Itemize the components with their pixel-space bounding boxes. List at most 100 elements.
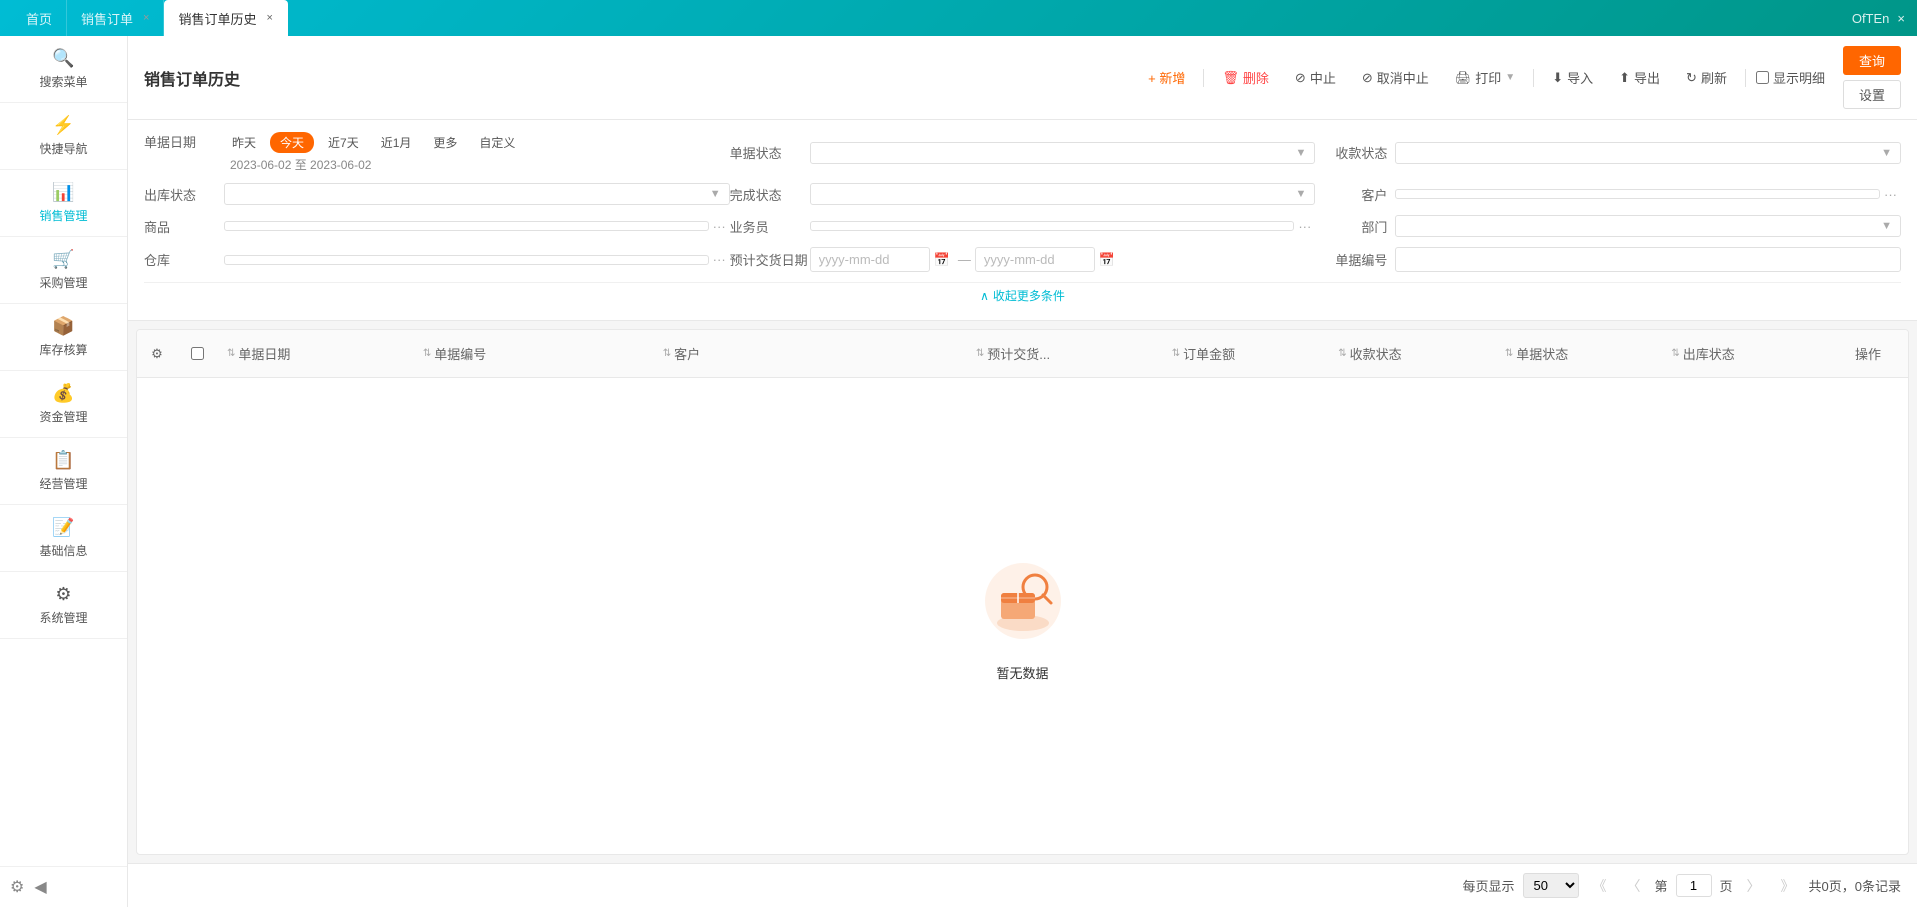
date-btn-more[interactable]: 更多 (425, 132, 465, 153)
col-date-label: 单据日期 (238, 344, 290, 363)
product-dots-btn[interactable]: ··· (709, 219, 730, 234)
search-icon: 🔍 (52, 48, 74, 69)
collapse-bar[interactable]: ∧ 收起更多条件 (144, 282, 1901, 308)
delivery-date-calendar-to[interactable]: 📅 (1095, 252, 1119, 268)
col-num[interactable]: ⇅ 单据编号 (413, 338, 653, 369)
settings-btn[interactable]: 设置 (1843, 80, 1901, 109)
col-warehouse-label: 出库状态 (1683, 344, 1735, 363)
main-layout: 🔍 搜索菜单 ⚡ 快捷导航 📊 销售管理 🛒 采购管理 📦 库存核算 💰 资金管… (0, 36, 1917, 907)
date-btn-today[interactable]: 今天 (270, 132, 314, 153)
show-detail-checkbox[interactable]: 显示明细 (1756, 68, 1825, 87)
product-input[interactable] (224, 221, 709, 231)
sidebar-item-sales[interactable]: 📊 销售管理 (0, 170, 127, 237)
salesperson-input[interactable] (810, 221, 1295, 231)
import-btn[interactable]: ⬇ 导入 (1544, 64, 1601, 91)
sidebar-search[interactable]: 🔍 搜索菜单 (0, 36, 127, 103)
receipt-status-select[interactable]: ▼ (1395, 142, 1901, 164)
delete-btn[interactable]: 🗑 删除 (1214, 64, 1277, 91)
delete-btn-label: 删除 (1243, 68, 1269, 87)
operations-icon: 📋 (52, 450, 74, 471)
import-btn-label: 导入 (1567, 68, 1593, 87)
next-page-btn[interactable]: 〉 (1741, 874, 1767, 898)
product-label: 商品 (144, 217, 224, 236)
col-date-sort-icon: ⇅ (227, 348, 235, 359)
delivery-date-to[interactable] (975, 247, 1095, 272)
show-detail-input[interactable] (1756, 71, 1769, 84)
new-btn[interactable]: + 新增 (1140, 64, 1193, 91)
cancel-stop-btn[interactable]: ⊘ 取消中止 (1354, 64, 1437, 91)
first-page-btn[interactable]: 《 (1587, 874, 1613, 898)
date-btn-yesterday[interactable]: 昨天 (224, 132, 264, 153)
table-header: ⚙ ⇅ 单据日期 ⇅ 单据编号 ⇅ 客户 ⇅ (137, 330, 1908, 378)
page-size-select[interactable]: 50 10 20 100 (1523, 873, 1579, 898)
delivery-date-from[interactable] (810, 247, 930, 272)
col-delivery[interactable]: ⇅ 预计交货... (966, 338, 1162, 369)
sidebar-settings-btn[interactable]: ⚙ (10, 877, 24, 897)
date-btn-custom[interactable]: 自定义 (471, 132, 523, 153)
close-window-btn[interactable]: × (1897, 11, 1905, 26)
print-btn[interactable]: 🖨 打印 ▼ (1447, 64, 1523, 91)
refresh-btn[interactable]: ↻ 刷新 (1678, 64, 1735, 91)
date-btn-7days[interactable]: 近7天 (320, 132, 367, 153)
col-date[interactable]: ⇅ 单据日期 (217, 338, 413, 369)
order-status-arrow: ▼ (1295, 147, 1306, 159)
select-all-checkbox[interactable] (191, 347, 204, 360)
export-btn[interactable]: ⬆ 导出 (1611, 64, 1668, 91)
col-receipt-label: 收款状态 (1350, 344, 1402, 363)
col-warehouse[interactable]: ⇅ 出库状态 (1661, 338, 1828, 369)
warehouse-status-label: 出库状态 (144, 185, 224, 204)
date-range-display: 2023-06-02 至 2023-06-02 (230, 156, 523, 173)
col-amount[interactable]: ⇅ 订单金额 (1162, 338, 1329, 369)
sidebar-item-operations[interactable]: 📋 经营管理 (0, 438, 127, 505)
sidebar-basic-label: 基础信息 (39, 542, 87, 559)
order-status-select[interactable]: ▼ (810, 142, 1316, 164)
col-check[interactable] (177, 338, 217, 369)
tab-sales-order-history[interactable]: 销售订单历史 × (164, 0, 287, 36)
customer-dots-btn[interactable]: ··· (1880, 187, 1901, 202)
sidebar-item-basic[interactable]: 📝 基础信息 (0, 505, 127, 572)
warehouse-status-select[interactable]: ▼ (224, 183, 730, 205)
refresh-btn-label: 刷新 (1701, 68, 1727, 87)
prev-page-btn[interactable]: 〈 (1621, 874, 1647, 898)
col-delivery-label: 预计交货... (987, 344, 1050, 363)
tab-home[interactable]: 首页 (12, 0, 67, 36)
tab-sales-order-history-label: 销售订单历史 (178, 9, 256, 28)
complete-status-select[interactable]: ▼ (810, 183, 1316, 205)
current-page-input[interactable] (1676, 874, 1712, 897)
tab-home-label: 首页 (26, 9, 52, 28)
customer-filter-label: 客户 (1315, 185, 1395, 204)
col-customer[interactable]: ⇅ 客户 (653, 338, 966, 369)
filter-area: 单据日期 昨天 今天 近7天 近1月 更多 自定义 2023-06-02 至 2… (128, 120, 1917, 321)
customer-input[interactable] (1395, 189, 1880, 199)
delivery-date-label: 预计交货日期 (730, 250, 810, 269)
tab-sales-order[interactable]: 销售订单 × (67, 0, 164, 36)
salesperson-dots-btn[interactable]: ··· (1294, 219, 1315, 234)
sidebar-item-purchase[interactable]: 🛒 采购管理 (0, 237, 127, 304)
col-amount-label: 订单金额 (1183, 344, 1235, 363)
sidebar-bottom: ⚙ ◀ (0, 866, 127, 907)
sidebar-item-finance[interactable]: 💰 资金管理 (0, 371, 127, 438)
sidebar-item-system[interactable]: ⚙ 系统管理 (0, 572, 127, 639)
last-page-btn[interactable]: 》 (1775, 874, 1801, 898)
tab-sales-order-history-close[interactable]: × (266, 12, 272, 24)
warehouse-input[interactable] (224, 255, 709, 265)
order-num-input[interactable] (1395, 247, 1901, 272)
col-receipt[interactable]: ⇅ 收款状态 (1328, 338, 1495, 369)
divider-3 (1745, 69, 1746, 87)
date-btn-1month[interactable]: 近1月 (373, 132, 420, 153)
department-select[interactable]: ▼ (1395, 215, 1901, 237)
col-settings[interactable]: ⚙ (137, 338, 177, 369)
warehouse-dots-btn[interactable]: ··· (709, 252, 730, 267)
refresh-icon: ↻ (1686, 70, 1697, 86)
tab-sales-order-close[interactable]: × (143, 12, 149, 24)
print-btn-label: 打印 (1475, 68, 1501, 87)
sidebar-collapse-btn[interactable]: ◀ (34, 877, 46, 897)
query-btn[interactable]: 查询 (1843, 46, 1901, 75)
stop-btn[interactable]: ⊘ 中止 (1287, 64, 1344, 91)
delivery-date-calendar-from[interactable]: 📅 (930, 252, 954, 268)
sidebar-quicknav-label: 快捷导航 (39, 140, 87, 157)
sidebar-item-quicknav[interactable]: ⚡ 快捷导航 (0, 103, 127, 170)
print-dropdown-icon: ▼ (1505, 72, 1515, 83)
col-status[interactable]: ⇅ 单据状态 (1495, 338, 1662, 369)
sidebar-item-inventory[interactable]: 📦 库存核算 (0, 304, 127, 371)
